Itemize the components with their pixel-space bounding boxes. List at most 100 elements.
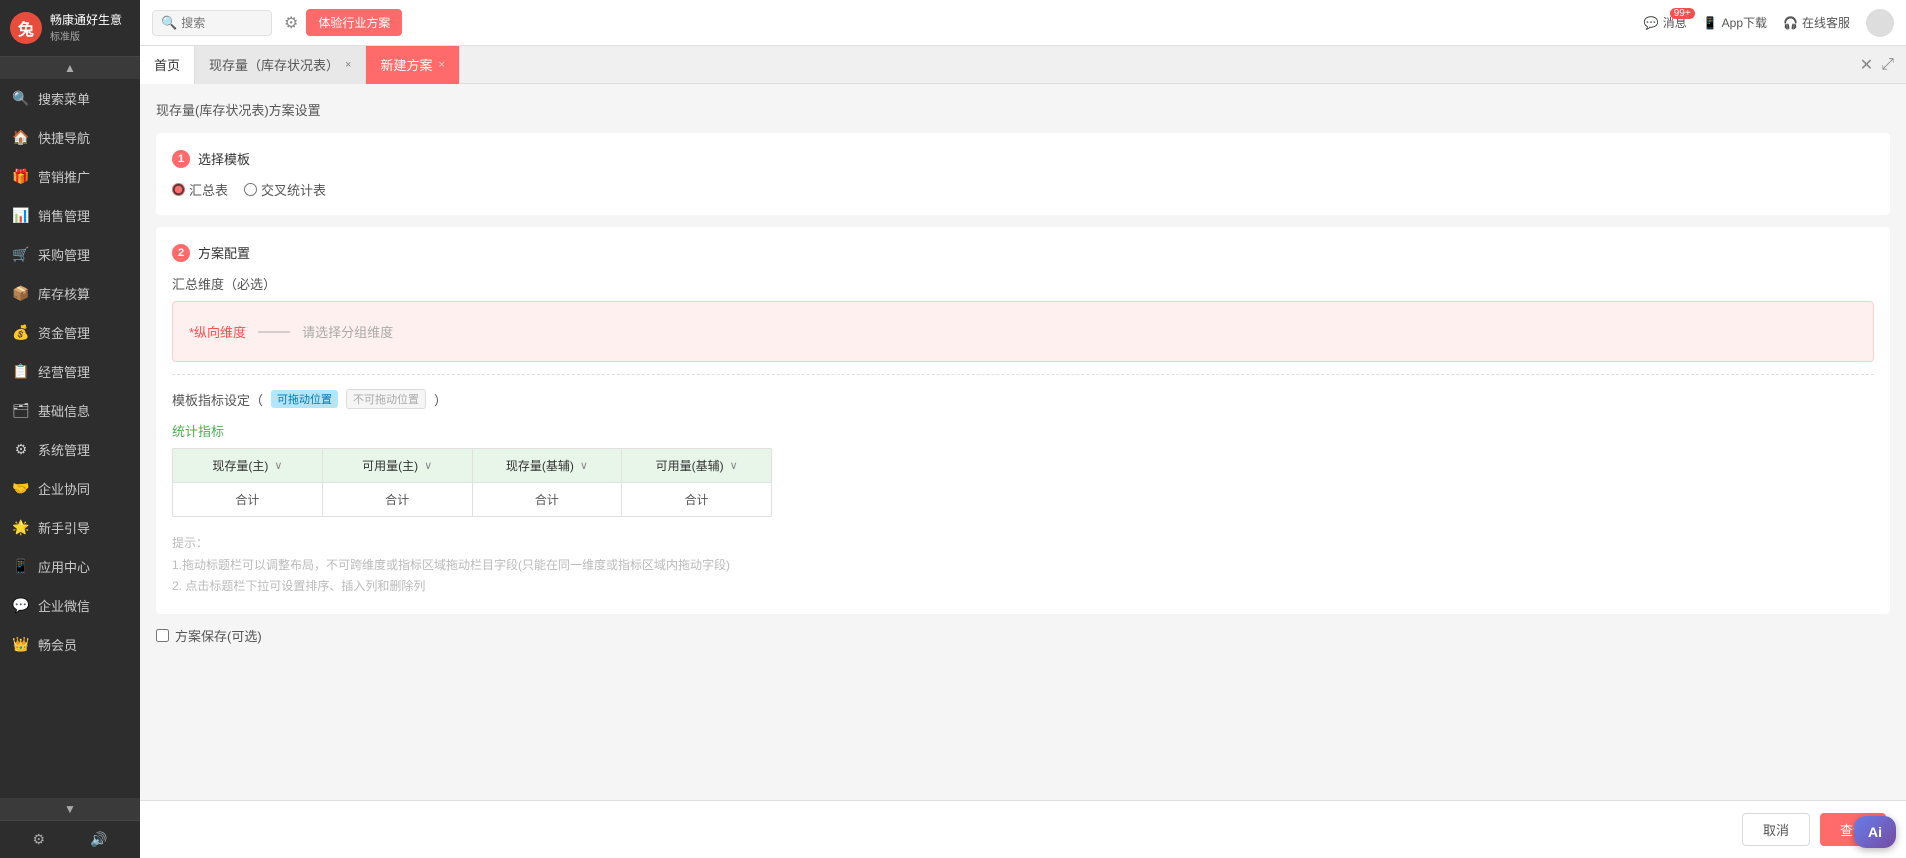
ai-float-button[interactable]: Ai <box>1854 816 1896 848</box>
cancel-button[interactable]: 取消 <box>1742 813 1810 846</box>
radio-summary[interactable]: 汇总表 <box>172 180 228 199</box>
close-window-icon[interactable]: ✕ <box>1860 55 1873 75</box>
handshake-icon: 🤝 <box>12 480 30 498</box>
stats-cell-0-2: 合计 <box>473 483 623 516</box>
box-icon: 📦 <box>12 285 30 303</box>
app-download-button[interactable]: 📱 App下载 <box>1703 14 1767 31</box>
save-checkbox[interactable] <box>156 629 169 642</box>
dimension-label-text: 汇总维度（必选） <box>172 277 276 292</box>
template-radio-group: 汇总表 交叉统计表 <box>172 180 1874 199</box>
sidebar-item-basic[interactable]: 🗂 基础信息 <box>0 391 140 430</box>
tips-section: 提示： 1.拖动标题栏可以调整布局，不可跨维度或指标区域拖动栏目字段(只能在同一… <box>172 533 1874 598</box>
sidebar-scroll-down[interactable]: ▼ <box>0 798 140 820</box>
radio-crosstab-label: 交叉统计表 <box>261 180 326 199</box>
clipboard-icon: 📋 <box>12 363 30 381</box>
stats-table: 现存量(主) ∨ 可用量(主) ∨ 现存量(基辅) ∨ 可用量(基辅) <box>172 448 772 517</box>
tip-item-0: 1.拖动标题栏可以调整布局，不可跨维度或指标区域拖动栏目字段(只能在同一维度或指… <box>172 555 1874 577</box>
stats-col-2-arrow[interactable]: ∨ <box>580 459 588 472</box>
sidebar-label-newbie: 新手引导 <box>38 518 90 537</box>
folder-icon: 🗂 <box>12 402 30 420</box>
new-tab-close[interactable]: × <box>438 59 444 71</box>
stats-cell-0-3: 合计 <box>622 483 771 516</box>
topbar-right: 💬 消息 99+ 📱 App下载 🎧 在线客服 <box>1644 9 1894 37</box>
sidebar-item-shortcut[interactable]: 🏠 快捷导航 <box>0 118 140 157</box>
settings-icon[interactable]: ⚙ <box>33 831 46 848</box>
sidebar-item-system[interactable]: ⚙ 系统管理 <box>0 430 140 469</box>
stats-col-0: 现存量(主) ∨ <box>173 449 323 482</box>
sidebar-item-newbie[interactable]: 🌟 新手引导 <box>0 508 140 547</box>
stats-col-1: 可用量(主) ∨ <box>323 449 473 482</box>
customer-service-button[interactable]: 🎧 在线客服 <box>1783 14 1850 31</box>
message-button[interactable]: 💬 消息 99+ <box>1644 14 1687 31</box>
sidebar-item-marketing[interactable]: 🎁 营销推广 <box>0 157 140 196</box>
headset-icon: 🎧 <box>1783 16 1798 30</box>
sidebar-scroll-up[interactable]: ▲ <box>0 57 140 79</box>
tips-title: 提示： <box>172 536 208 550</box>
search-icon: 🔍 <box>161 15 177 31</box>
stats-title: 统计指标 <box>172 421 1874 440</box>
speaker-icon[interactable]: 🔊 <box>90 831 107 848</box>
cart-icon: 🛒 <box>12 246 30 264</box>
step2-title: 方案配置 <box>198 243 250 262</box>
tab-inventory[interactable]: 现存量（库存状况表） × <box>195 46 366 84</box>
window-controls: ✕ ⤢ <box>1860 55 1906 75</box>
dimension-placeholder: 请选择分组维度 <box>302 322 393 341</box>
inventory-tab-close[interactable]: × <box>345 59 351 71</box>
step1-title: 选择模板 <box>198 149 250 168</box>
sidebar-item-finance[interactable]: 💰 资金管理 <box>0 313 140 352</box>
gift-icon: 🎁 <box>12 168 30 186</box>
sidebar-label-search: 搜索菜单 <box>38 89 90 108</box>
user-avatar[interactable] <box>1866 9 1894 37</box>
dimension-required: *纵向维度 <box>189 322 246 341</box>
sidebar-item-inventory[interactable]: 📦 库存核算 <box>0 274 140 313</box>
sidebar-item-enterprise[interactable]: 🤝 企业协同 <box>0 469 140 508</box>
dimension-label: 汇总维度（必选） <box>172 274 1874 293</box>
sidebar-item-search[interactable]: 🔍 搜索菜单 <box>0 79 140 118</box>
step1-num: 1 <box>172 150 190 168</box>
message-icon: 💬 <box>1644 16 1659 30</box>
search-box[interactable]: 🔍 <box>152 10 272 36</box>
radio-crosstab-input[interactable] <box>244 183 257 196</box>
sidebar-item-operation[interactable]: 📋 经营管理 <box>0 352 140 391</box>
app-icon: 📱 <box>1703 16 1718 30</box>
money-icon: 💰 <box>12 324 30 342</box>
topbar-gear-icon[interactable]: ⚙ <box>284 13 298 33</box>
step2-num: 2 <box>172 244 190 262</box>
tab-home[interactable]: 首页 <box>140 46 195 84</box>
content-area: 现存量(库存状况表)方案设置 1 选择模板 汇总表 交叉统计表 2 <box>140 84 1906 800</box>
sidebar-label-sales: 销售管理 <box>38 206 90 225</box>
stats-col-1-arrow[interactable]: ∨ <box>424 459 432 472</box>
sidebar-label-appcenter: 应用中心 <box>38 557 90 576</box>
main-area: 🔍 ⚙ 体验行业方案 💬 消息 99+ 📱 App下载 🎧 在线客服 <box>140 0 1906 858</box>
radio-summary-input[interactable] <box>172 183 185 196</box>
stats-col-2: 现存量(基辅) ∨ <box>473 449 623 482</box>
save-option: 方案保存(可选) <box>156 626 1890 645</box>
app-download-label: App下载 <box>1722 14 1767 31</box>
dimension-box[interactable]: *纵向维度 —— 请选择分组维度 <box>172 301 1874 362</box>
gear-icon: ⚙ <box>12 441 30 459</box>
stats-cell-0-0: 合计 <box>173 483 323 516</box>
search-input[interactable] <box>181 16 261 30</box>
stats-col-3-arrow[interactable]: ∨ <box>730 459 738 472</box>
message-badge: 99+ <box>1670 8 1695 19</box>
topbar: 🔍 ⚙ 体验行业方案 💬 消息 99+ 📱 App下载 🎧 在线客服 <box>140 0 1906 46</box>
tab-new-plan[interactable]: 新建方案 × <box>366 46 459 84</box>
sidebar-item-wechat[interactable]: 💬 企业微信 <box>0 586 140 625</box>
sidebar-item-purchase[interactable]: 🛒 采购管理 <box>0 235 140 274</box>
stats-col-3: 可用量(基辅) ∨ <box>622 449 771 482</box>
stats-col-0-label: 现存量(主) <box>212 457 268 474</box>
expand-window-icon[interactable]: ⤢ <box>1881 56 1894 74</box>
sidebar-item-appcenter[interactable]: 📱 应用中心 <box>0 547 140 586</box>
experience-button[interactable]: 体验行业方案 <box>306 9 402 36</box>
stats-col-2-label: 现存量(基辅) <box>506 457 574 474</box>
crown-icon: 👑 <box>12 636 30 654</box>
sidebar-label-inventory: 库存核算 <box>38 284 90 303</box>
dimension-arrow: —— <box>258 323 290 341</box>
radio-crosstab[interactable]: 交叉统计表 <box>244 180 326 199</box>
stats-table-body: 合计 合计 合计 合计 <box>173 482 771 516</box>
stats-table-header: 现存量(主) ∨ 可用量(主) ∨ 现存量(基辅) ∨ 可用量(基辅) <box>173 449 771 482</box>
sidebar-item-member[interactable]: 👑 畅会员 <box>0 625 140 664</box>
stats-col-3-label: 可用量(基辅) <box>656 457 724 474</box>
stats-col-0-arrow[interactable]: ∨ <box>274 459 282 472</box>
sidebar-item-sales[interactable]: 📊 销售管理 <box>0 196 140 235</box>
